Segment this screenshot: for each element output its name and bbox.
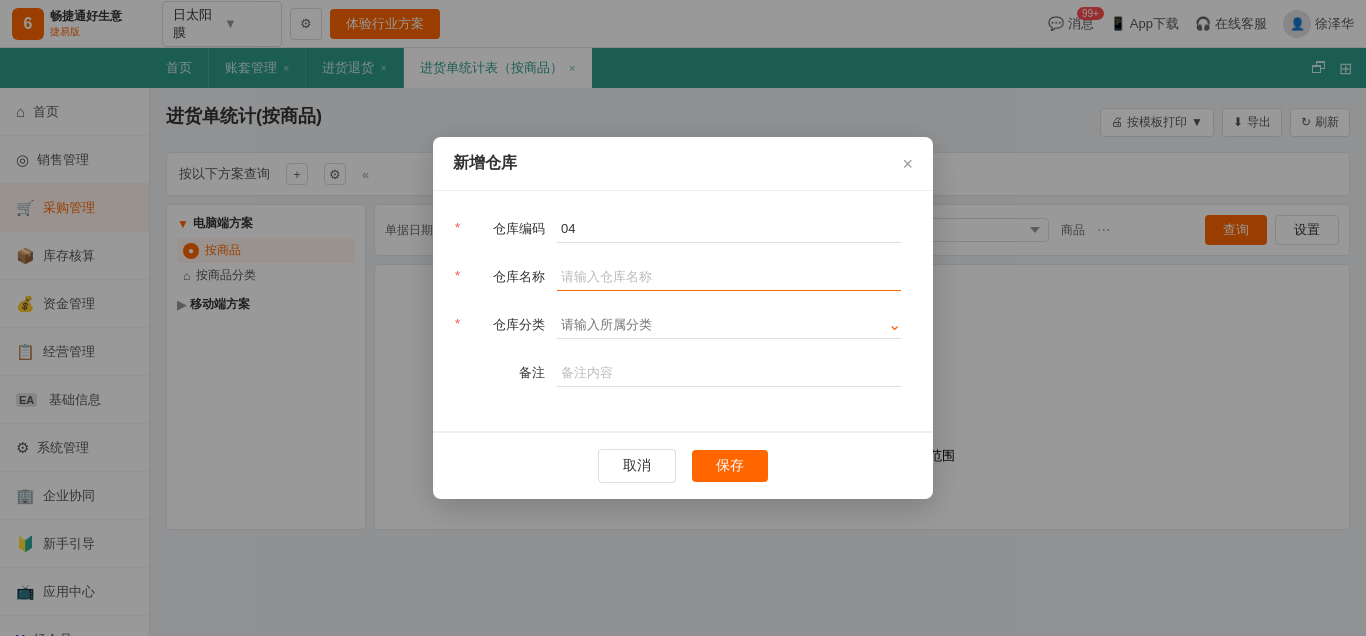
form-row-warehouse-code: 仓库编码 bbox=[465, 215, 901, 243]
modal-overlay[interactable]: 新增仓库 × 仓库编码 仓库名称 仓库分类 ⌄ bbox=[0, 0, 1366, 636]
warehouse-category-input[interactable] bbox=[557, 311, 888, 338]
form-row-note: 备注 bbox=[465, 359, 901, 387]
form-row-warehouse-name: 仓库名称 bbox=[465, 263, 901, 291]
cancel-button[interactable]: 取消 bbox=[598, 449, 676, 483]
warehouse-code-label: 仓库编码 bbox=[465, 220, 545, 238]
note-input[interactable] bbox=[557, 359, 901, 387]
dialog-title: 新增仓库 bbox=[453, 153, 517, 174]
warehouse-category-select-wrap: ⌄ bbox=[557, 311, 901, 339]
warehouse-name-input[interactable] bbox=[557, 263, 901, 291]
warehouse-code-input[interactable] bbox=[557, 215, 901, 243]
dialog-footer: 取消 保存 bbox=[433, 432, 933, 499]
warehouse-name-label: 仓库名称 bbox=[465, 268, 545, 286]
dialog-close-button[interactable]: × bbox=[902, 155, 913, 173]
dialog-body: 仓库编码 仓库名称 仓库分类 ⌄ 备注 bbox=[433, 191, 933, 431]
note-label: 备注 bbox=[465, 364, 545, 382]
category-dropdown-icon[interactable]: ⌄ bbox=[888, 315, 901, 334]
form-row-warehouse-category: 仓库分类 ⌄ bbox=[465, 311, 901, 339]
save-button[interactable]: 保存 bbox=[692, 450, 768, 482]
dialog-new-warehouse: 新增仓库 × 仓库编码 仓库名称 仓库分类 ⌄ bbox=[433, 137, 933, 499]
warehouse-category-label: 仓库分类 bbox=[465, 316, 545, 334]
dialog-header: 新增仓库 × bbox=[433, 137, 933, 191]
